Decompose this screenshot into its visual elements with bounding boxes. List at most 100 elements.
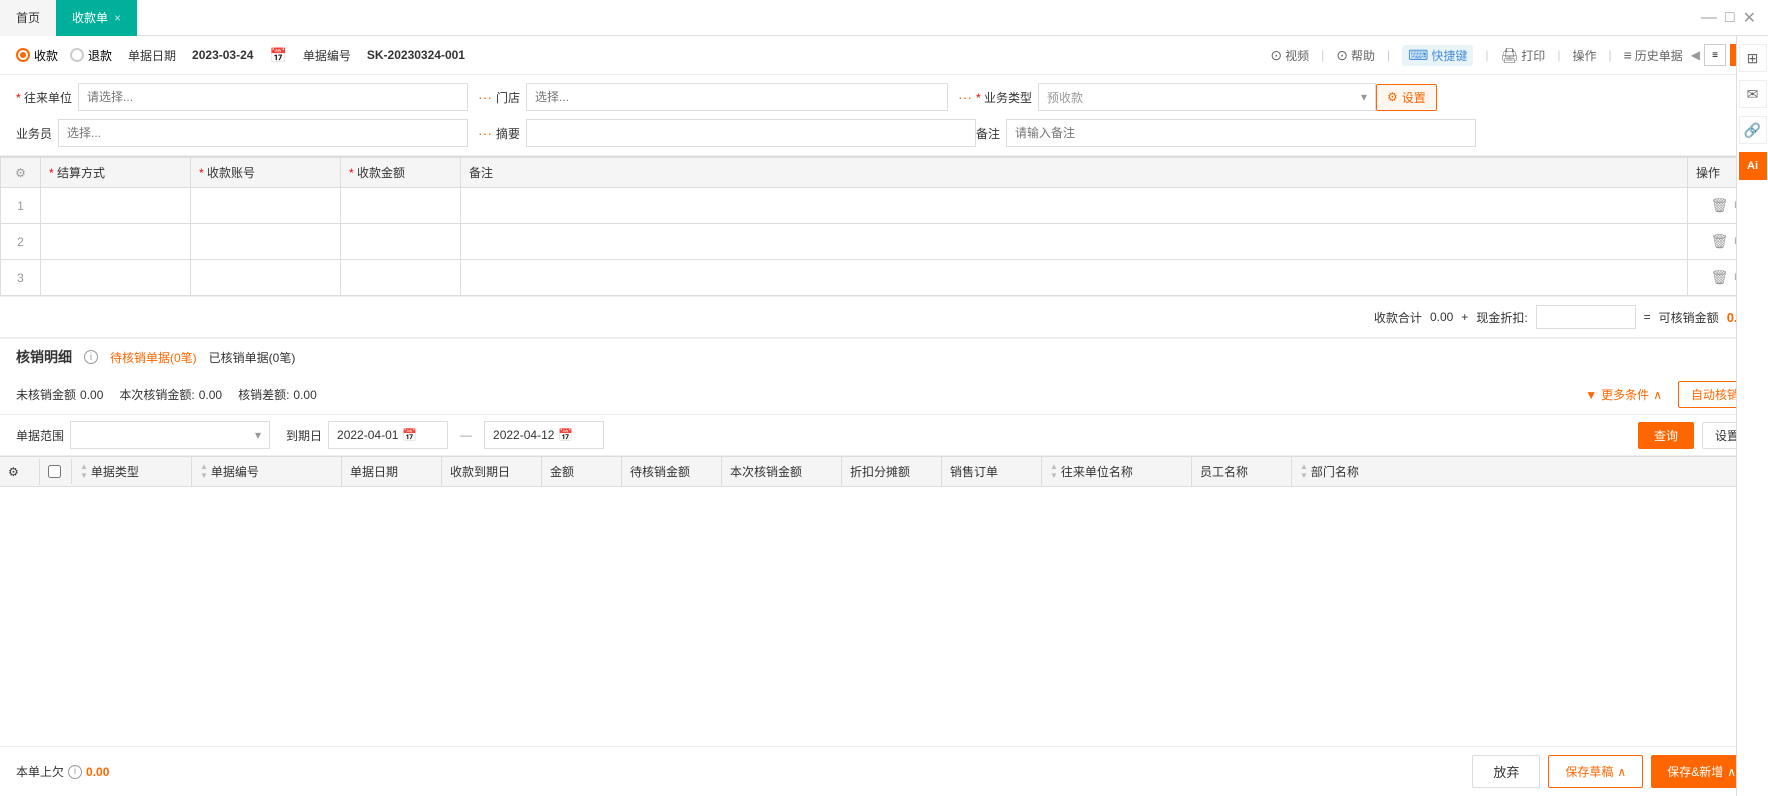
- calendar-from-icon[interactable]: 📅: [402, 428, 417, 442]
- account-3[interactable]: [191, 260, 341, 296]
- delete-icon-3[interactable]: 🗑: [1711, 269, 1729, 286]
- receipt-table-area: ⚙ 结算方式 收款账号 收款金额 备注 操作 1: [0, 156, 1768, 296]
- delete-icon-2[interactable]: 🗑: [1711, 233, 1729, 250]
- salesperson-more-icon[interactable]: ···: [474, 125, 496, 141]
- info-icon[interactable]: i: [84, 350, 98, 364]
- window-max-icon[interactable]: □: [1725, 9, 1735, 27]
- col-account: 收款账号: [191, 158, 341, 188]
- bottom-actions: 放弃 保存草稿 ∧ 保存&新增 ∧: [1472, 755, 1752, 788]
- bth-checkbox[interactable]: [40, 459, 72, 484]
- account-2[interactable]: [191, 224, 341, 260]
- col-counterpart: 往来单位名称: [1061, 463, 1133, 480]
- calendar-to-icon[interactable]: 📅: [558, 428, 573, 442]
- table-gear-icon[interactable]: ⚙: [9, 166, 32, 180]
- save-draft-button[interactable]: 保存草稿 ∧: [1548, 755, 1643, 788]
- sidebar-link-icon[interactable]: 🔗: [1739, 116, 1767, 144]
- tab-receipt[interactable]: 收款单 ×: [56, 0, 137, 36]
- settings-button[interactable]: ⚙ 设置: [1376, 84, 1437, 111]
- remark-2[interactable]: [461, 224, 1688, 260]
- arrow-left-icon[interactable]: ◀: [1691, 48, 1700, 62]
- counterpart-input[interactable]: [78, 83, 468, 111]
- print-btn[interactable]: 🖨 打印: [1501, 47, 1546, 64]
- query-button[interactable]: 查询: [1638, 422, 1694, 449]
- done-tab[interactable]: 已核销单据(0笔): [209, 349, 296, 366]
- biz-type-value: 预收款: [1047, 89, 1083, 106]
- amount-1[interactable]: [341, 188, 461, 224]
- bth-amount: 金额: [542, 457, 622, 486]
- store-input[interactable]: [526, 83, 948, 111]
- col-employee: 员工名称: [1200, 463, 1248, 480]
- unverified-stat: 未核销金额 0.00: [16, 386, 103, 403]
- col-doc-no: 单据编号: [211, 463, 259, 480]
- remark-3[interactable]: [461, 260, 1688, 296]
- radio-return-label: 退款: [88, 47, 112, 64]
- date-to-value: 2022-04-12: [493, 428, 554, 442]
- biz-type-select[interactable]: 预收款 ▾: [1038, 83, 1376, 111]
- settlement-3[interactable]: [41, 260, 191, 296]
- settlement-1[interactable]: [41, 188, 191, 224]
- bth-counterpart: ▲▼ 往来单位名称: [1042, 457, 1192, 486]
- account-1[interactable]: [191, 188, 341, 224]
- summary-input[interactable]: [526, 119, 976, 147]
- window-min-icon[interactable]: —: [1701, 9, 1717, 27]
- radio-receive[interactable]: 收款: [16, 47, 58, 64]
- dropdown-arrow-icon: ▾: [255, 428, 261, 442]
- discount-input[interactable]: [1536, 305, 1636, 329]
- col-settlement: 结算方式: [41, 158, 191, 188]
- due-date-label: 到期日: [286, 427, 322, 444]
- range-label: 单据范围: [16, 427, 64, 444]
- table-row: 1 🗑 ⧉: [1, 188, 1768, 224]
- date-from-input[interactable]: 2022-04-01 📅: [328, 421, 448, 449]
- sidebar-ai-icon[interactable]: Ai: [1739, 152, 1767, 180]
- help-btn[interactable]: ⊙ 帮助: [1336, 47, 1375, 64]
- delete-icon-1[interactable]: 🗑: [1711, 197, 1729, 214]
- remark-1[interactable]: [461, 188, 1688, 224]
- more-conditions-btn[interactable]: ▼ 更多条件 ∧: [1585, 386, 1662, 403]
- remark-input[interactable]: [1006, 119, 1476, 147]
- calendar-icon[interactable]: 📅: [269, 47, 286, 64]
- bth-due-date: 收款到期日: [442, 457, 542, 486]
- total-value: 0.00: [1430, 310, 1453, 324]
- counterpart-label: 往来单位: [16, 89, 72, 106]
- select-all-checkbox[interactable]: [48, 465, 61, 478]
- table-row: 3 🗑 ⧉: [1, 260, 1768, 296]
- history-btn[interactable]: ≡ 历史单据: [1624, 47, 1683, 64]
- amount-2[interactable]: [341, 224, 461, 260]
- history-icon: ≡: [1624, 47, 1632, 63]
- radio-return[interactable]: 退款: [70, 47, 112, 64]
- settlement-2[interactable]: [41, 224, 191, 260]
- tab-home[interactable]: 首页: [0, 0, 56, 36]
- bottom-table-header: ⚙ ▲▼ 单据类型 ▲▼ 单据编号 单据日期 收款到期日 金额: [0, 456, 1768, 487]
- salesperson-input[interactable]: [58, 119, 468, 147]
- range-select[interactable]: ▾: [70, 421, 270, 449]
- store-more-icon[interactable]: ···: [954, 89, 976, 105]
- radio-return-dot: [70, 48, 84, 62]
- shortcut-btn[interactable]: ⌨ 快捷键: [1402, 45, 1473, 66]
- view-list-icon[interactable]: ≡: [1704, 44, 1726, 66]
- bottom-info-icon[interactable]: i: [68, 765, 82, 779]
- bth-gear[interactable]: ⚙: [0, 459, 40, 485]
- pending-tab[interactable]: 待核销单据(0笔): [110, 349, 197, 366]
- radio-receive-dot: [16, 48, 30, 62]
- equals-sign: =: [1644, 310, 1651, 324]
- operation-btn[interactable]: 操作: [1572, 47, 1596, 64]
- unverified-value: 0.00: [80, 388, 103, 402]
- date-separator: —: [454, 428, 478, 442]
- main-content: 收款 退款 单据日期 2023-03-24 📅 单据编号 SK-20230324…: [0, 36, 1768, 796]
- date-to-input[interactable]: 2022-04-12 📅: [484, 421, 604, 449]
- window-close-icon[interactable]: ✕: [1743, 8, 1756, 28]
- sidebar-table-icon[interactable]: ⊞: [1739, 44, 1767, 72]
- bottom-info-value: 0.00: [86, 765, 109, 779]
- abandon-button[interactable]: 放弃: [1472, 755, 1540, 788]
- tab-close-icon[interactable]: ×: [114, 11, 121, 25]
- sidebar-email-icon[interactable]: ✉: [1739, 80, 1767, 108]
- video-btn[interactable]: ⊙ 视频: [1270, 47, 1309, 64]
- table-row: 2 🗑 ⧉: [1, 224, 1768, 260]
- col-doc-type: 单据类型: [91, 463, 139, 480]
- amount-3[interactable]: [341, 260, 461, 296]
- counterpart-more-icon[interactable]: ···: [474, 89, 496, 105]
- col-doc-date: 单据日期: [350, 463, 398, 480]
- receipt-table: ⚙ 结算方式 收款账号 收款金额 备注 操作 1: [0, 157, 1768, 296]
- bill-no-value: SK-20230324-001: [367, 48, 465, 62]
- bth-doc-date: 单据日期: [342, 457, 442, 486]
